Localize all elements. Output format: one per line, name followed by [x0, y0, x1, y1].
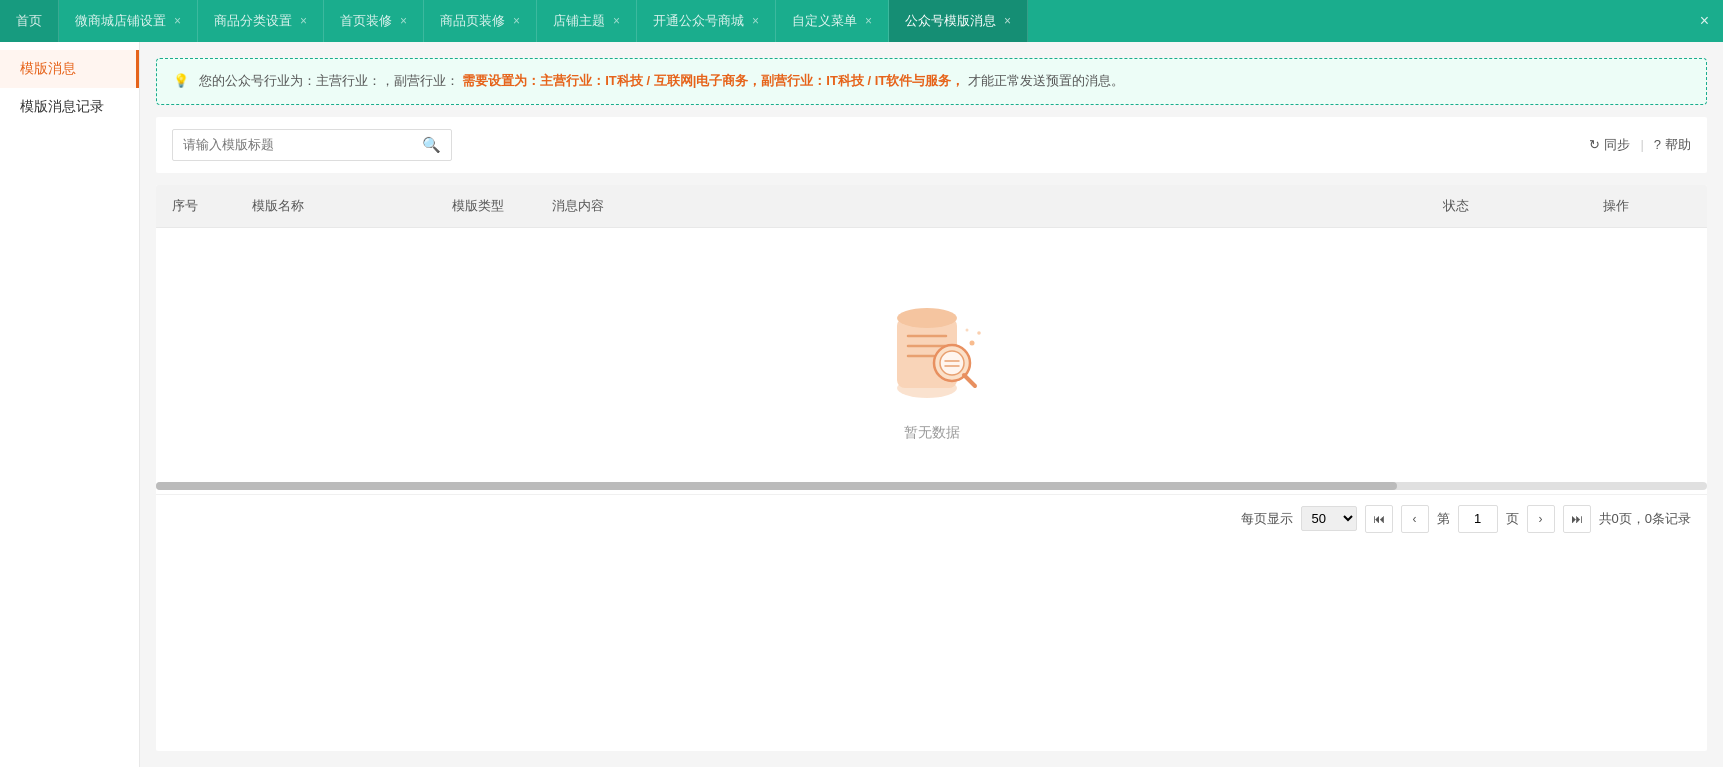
th-action: 操作	[1587, 185, 1707, 227]
tab-open-mall[interactable]: 开通公众号商城 ×	[637, 0, 776, 42]
svg-point-2	[897, 308, 957, 328]
tab-custom-menu[interactable]: 自定义菜单 ×	[776, 0, 889, 42]
main-layout: 模版消息 模版消息记录 💡 您的公众号行业为：主营行业：，副营行业： 需要设置为…	[0, 42, 1723, 767]
th-type: 模版类型	[436, 185, 536, 227]
th-seq: 序号	[156, 185, 236, 227]
svg-line-8	[964, 375, 975, 386]
total-text: 共0页，0条记录	[1599, 510, 1691, 528]
table-header: 序号 模版名称 模版类型 消息内容 状态 操作	[156, 185, 1707, 228]
close-tab-category-settings[interactable]: ×	[300, 14, 307, 28]
pagination: 每页显示 50 20 100 ⏮ ‹ 第 页 › ⏭ 共0页，0条记录	[156, 494, 1707, 543]
close-tab-template-message[interactable]: ×	[1004, 14, 1011, 28]
svg-point-13	[965, 328, 968, 331]
notice-highlight: 需要设置为：主营行业：IT科技 / 互联网|电子商务，副营行业：IT科技 / I…	[462, 73, 964, 88]
close-tab-product-decor[interactable]: ×	[513, 14, 520, 28]
notice-icon: 💡	[173, 73, 189, 88]
page-input[interactable]	[1458, 505, 1498, 533]
toolbar-right: ↻ 同步 | ? 帮助	[1589, 136, 1691, 154]
svg-point-11	[969, 340, 974, 345]
close-tab-shop-theme[interactable]: ×	[613, 14, 620, 28]
toolbar-divider: |	[1640, 137, 1643, 152]
page-size-select[interactable]: 50 20 100	[1301, 506, 1357, 531]
sidebar: 模版消息 模版消息记录	[0, 42, 140, 767]
last-page-button[interactable]: ⏭	[1563, 505, 1591, 533]
help-icon: ?	[1654, 137, 1661, 152]
page-size-label: 每页显示	[1241, 510, 1293, 528]
tab-category-settings[interactable]: 商品分类设置 ×	[198, 0, 324, 42]
search-button[interactable]: 🔍	[412, 130, 451, 160]
scrollbar-thumb	[156, 482, 1397, 490]
scrollbar[interactable]	[156, 482, 1707, 490]
search-input[interactable]	[173, 131, 412, 158]
svg-point-7	[940, 351, 964, 375]
sidebar-item-template-message-record[interactable]: 模版消息记录	[0, 88, 139, 126]
tab-shop-settings[interactable]: 微商城店铺设置 ×	[59, 0, 198, 42]
empty-text: 暂无数据	[904, 424, 960, 442]
first-page-button[interactable]: ⏮	[1365, 505, 1393, 533]
search-bar: 🔍 ↻ 同步 | ? 帮助	[156, 117, 1707, 173]
search-input-wrap: 🔍	[172, 129, 452, 161]
close-tab-home-decor[interactable]: ×	[400, 14, 407, 28]
next-page-button[interactable]: ›	[1527, 505, 1555, 533]
sync-button[interactable]: ↻ 同步	[1589, 136, 1630, 154]
search-icon: 🔍	[422, 136, 441, 153]
th-content: 消息内容	[536, 185, 1427, 227]
notice-banner: 💡 您的公众号行业为：主营行业：，副营行业： 需要设置为：主营行业：IT科技 /…	[156, 58, 1707, 105]
empty-illustration	[872, 288, 992, 408]
empty-state: 暂无数据	[156, 228, 1707, 482]
svg-point-12	[977, 331, 981, 335]
tab-home[interactable]: 首页	[0, 0, 59, 42]
tab-shop-theme[interactable]: 店铺主题 ×	[537, 0, 637, 42]
close-all-button[interactable]: ×	[1686, 12, 1723, 30]
close-tab-shop-settings[interactable]: ×	[174, 14, 181, 28]
close-tab-open-mall[interactable]: ×	[752, 14, 759, 28]
prev-page-button[interactable]: ‹	[1401, 505, 1429, 533]
th-name: 模版名称	[236, 185, 436, 227]
close-tab-custom-menu[interactable]: ×	[865, 14, 872, 28]
content-area: 💡 您的公众号行业为：主营行业：，副营行业： 需要设置为：主营行业：IT科技 /…	[140, 42, 1723, 767]
sidebar-item-template-message[interactable]: 模版消息	[0, 50, 139, 88]
help-button[interactable]: ? 帮助	[1654, 136, 1691, 154]
page-label-post: 页	[1506, 510, 1519, 528]
sync-icon: ↻	[1589, 137, 1600, 152]
top-nav: 首页 微商城店铺设置 × 商品分类设置 × 首页装修 × 商品页装修 × 店铺主…	[0, 0, 1723, 42]
tab-product-decor[interactable]: 商品页装修 ×	[424, 0, 537, 42]
tab-home-decor[interactable]: 首页装修 ×	[324, 0, 424, 42]
tab-template-message[interactable]: 公众号模版消息 ×	[889, 0, 1028, 42]
table-wrap: 序号 模版名称 模版类型 消息内容 状态 操作	[156, 185, 1707, 751]
th-status: 状态	[1427, 185, 1587, 227]
page-label-pre: 第	[1437, 510, 1450, 528]
